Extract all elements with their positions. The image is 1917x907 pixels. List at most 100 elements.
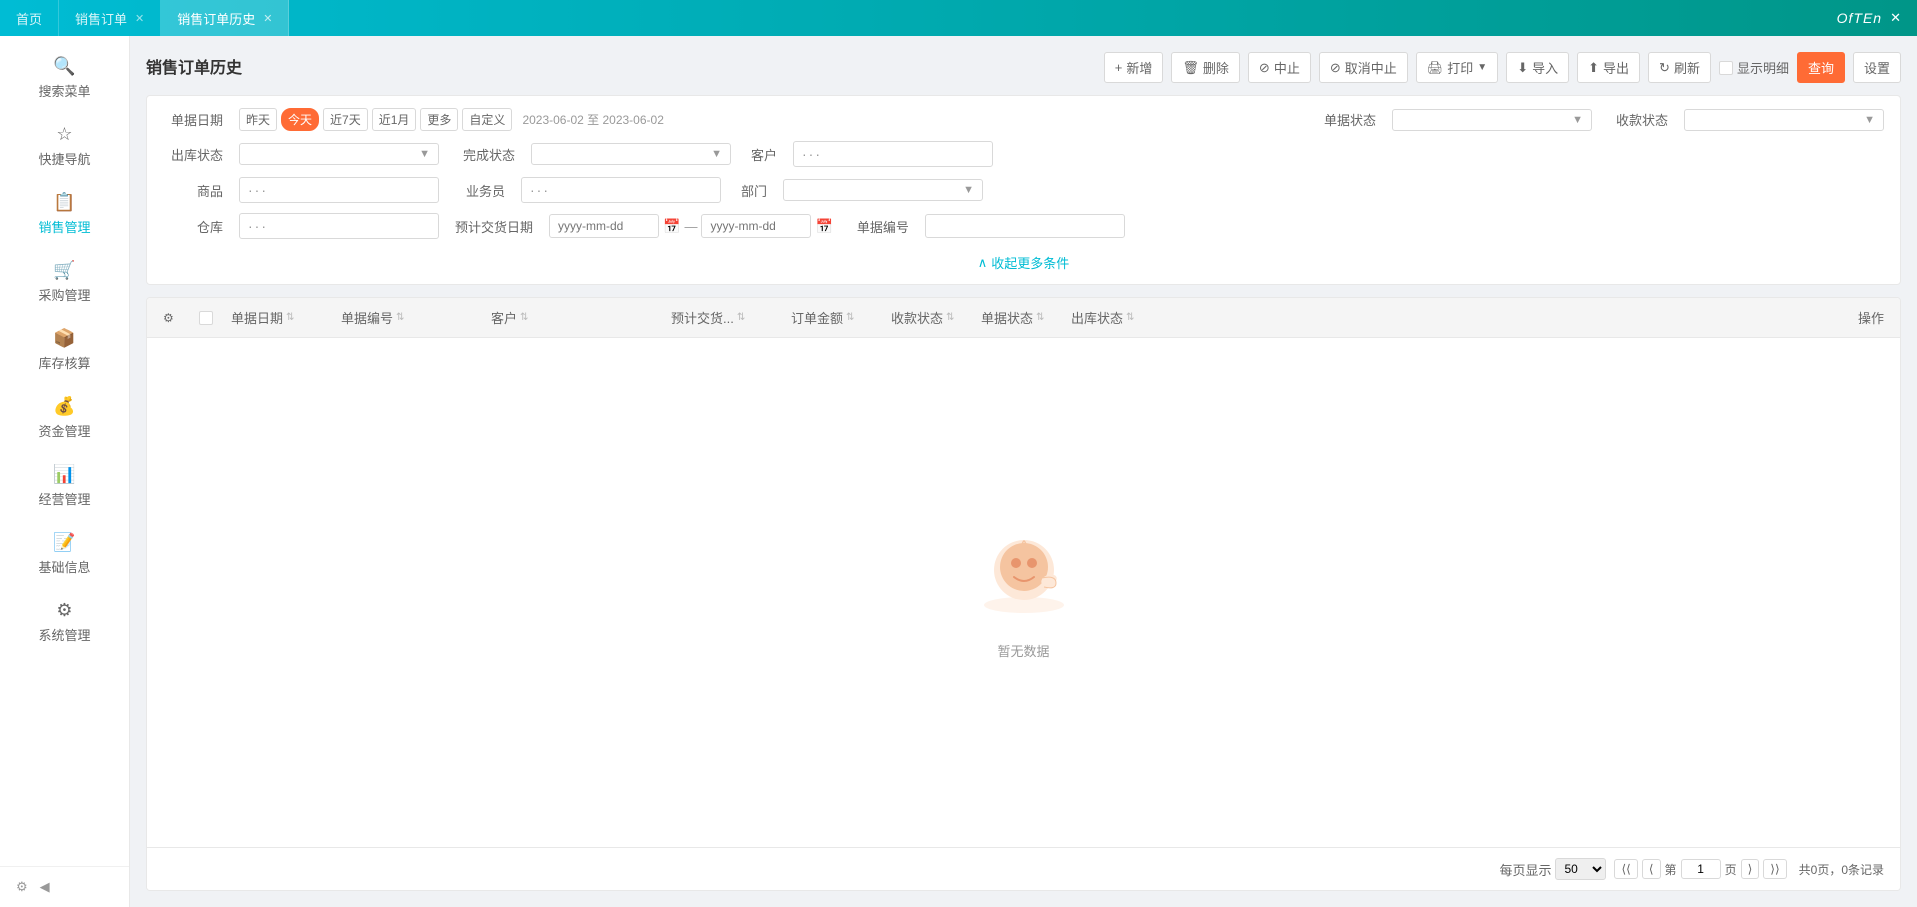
th-out-status-label: 出库状态 bbox=[1071, 308, 1123, 327]
th-gear[interactable]: ⚙ bbox=[155, 311, 191, 325]
last-page-btn[interactable]: ⟩⟩ bbox=[1763, 859, 1786, 879]
th-out-status[interactable]: 出库状态 ⇅ bbox=[1063, 308, 1153, 327]
add-button[interactable]: + 新增 bbox=[1104, 52, 1164, 83]
btn-last7[interactable]: 近7天 bbox=[323, 108, 368, 131]
btn-today[interactable]: 今天 bbox=[281, 108, 319, 131]
calendar-start-icon[interactable]: 📅 bbox=[663, 218, 680, 235]
th-receipt-status[interactable]: 收款状态 ⇅ bbox=[883, 308, 973, 327]
export-button[interactable]: ⬆ 导出 bbox=[1577, 52, 1640, 83]
sidebar-item-operations[interactable]: 📊 经营管理 bbox=[0, 452, 129, 520]
filter-area: 单据日期 昨天 今天 近7天 近1月 更多 自定义 2023-06-02 至 2… bbox=[146, 95, 1901, 285]
import-button[interactable]: ⬇ 导入 bbox=[1506, 52, 1569, 83]
sidebar-item-search-menu[interactable]: 🔍 搜索菜单 bbox=[0, 44, 129, 112]
th-amount[interactable]: 订单金额 ⇅ bbox=[783, 308, 883, 327]
page-number-input[interactable] bbox=[1681, 859, 1721, 879]
th-delivery-label: 预计交货... bbox=[671, 308, 734, 327]
delivery-date-end[interactable] bbox=[701, 214, 811, 238]
salesperson-select[interactable]: ··· bbox=[521, 177, 721, 203]
settings-button[interactable]: 设置 bbox=[1853, 52, 1901, 83]
th-amount-label: 订单金额 bbox=[791, 308, 843, 327]
delete-button[interactable]: 🗑 删除 bbox=[1171, 52, 1240, 83]
customer-select[interactable]: ··· bbox=[793, 141, 993, 167]
th-date[interactable]: 单据日期 ⇅ bbox=[223, 308, 333, 327]
stop-button[interactable]: ⊘ 中止 bbox=[1248, 52, 1311, 83]
print-button[interactable]: 🖨 打印 ▼ bbox=[1416, 52, 1498, 83]
search-menu-icon: 🔍 bbox=[53, 56, 75, 77]
print-label: 打印 bbox=[1447, 58, 1473, 77]
tab-sales-order-history[interactable]: 销售订单历史 ✕ bbox=[161, 0, 289, 36]
header-checkbox[interactable] bbox=[199, 311, 213, 325]
sort-doc-status-icon: ⇅ bbox=[1036, 312, 1044, 323]
tab-sales-order-history-close[interactable]: ✕ bbox=[263, 12, 272, 25]
sidebar-item-quick-nav[interactable]: ☆ 快捷导航 bbox=[0, 112, 129, 180]
delivery-date-start[interactable] bbox=[549, 214, 659, 238]
th-doc-status-label: 单据状态 bbox=[981, 308, 1033, 327]
sidebar: 🔍 搜索菜单 ☆ 快捷导航 📋 销售管理 🛒 采购管理 📦 库存核算 💰 资金管… bbox=[0, 36, 130, 907]
tab-home-label: 首页 bbox=[16, 9, 42, 28]
btn-more[interactable]: 更多 bbox=[420, 108, 458, 131]
btn-custom[interactable]: 自定义 bbox=[462, 108, 512, 131]
out-status-label: 出库状态 bbox=[163, 145, 223, 164]
first-page-btn[interactable]: ⟨⟨ bbox=[1614, 859, 1637, 879]
th-customer[interactable]: 客户 ⇅ bbox=[483, 308, 663, 327]
th-checkbox[interactable] bbox=[191, 311, 223, 325]
sidebar-item-quick-nav-label: 快捷导航 bbox=[38, 149, 90, 168]
show-detail-label: 显示明细 bbox=[1737, 58, 1789, 77]
stop-label: 中止 bbox=[1274, 58, 1300, 77]
sidebar-item-sys-mgmt[interactable]: ⚙ 系统管理 bbox=[0, 588, 129, 656]
query-button[interactable]: 查询 bbox=[1797, 52, 1845, 83]
th-action: 操作 bbox=[1153, 308, 1892, 327]
next-page-btn[interactable]: ⟩ bbox=[1741, 859, 1760, 879]
filter-row-4: 仓库 ··· 预计交货日期 📅 — 📅 单据编号 bbox=[163, 213, 1884, 239]
show-detail-wrap: 显示明细 bbox=[1719, 58, 1789, 77]
collapse-more[interactable]: ∧ 收起更多条件 bbox=[163, 249, 1884, 272]
topbar-close-icon[interactable]: ✕ bbox=[1890, 10, 1901, 26]
th-doc-status[interactable]: 单据状态 ⇅ bbox=[973, 308, 1063, 327]
sort-docnum-icon: ⇅ bbox=[396, 312, 404, 323]
tab-home[interactable]: 首页 bbox=[0, 0, 59, 36]
operations-icon: 📊 bbox=[53, 464, 75, 485]
sidebar-item-finance[interactable]: 💰 资金管理 bbox=[0, 384, 129, 452]
sidebar-item-sales-mgmt[interactable]: 📋 销售管理 bbox=[0, 180, 129, 248]
page-header: 销售订单历史 + 新增 🗑 删除 ⊘ 中止 ⊘ 取消中止 bbox=[146, 52, 1901, 83]
receipt-status-select[interactable]: ▼ bbox=[1684, 109, 1884, 131]
empty-text: 暂无数据 bbox=[997, 641, 1049, 660]
sidebar-settings-icon[interactable]: ⚙ bbox=[16, 879, 28, 895]
tab-sales-order-close[interactable]: ✕ bbox=[135, 12, 144, 25]
doc-status-select[interactable]: ▼ bbox=[1392, 109, 1592, 131]
th-docnum[interactable]: 单据编号 ⇅ bbox=[333, 308, 483, 327]
sidebar-item-search-menu-label: 搜索菜单 bbox=[38, 81, 90, 100]
dept-label: 部门 bbox=[737, 181, 767, 200]
settings-label: 设置 bbox=[1864, 58, 1890, 77]
page-size-dropdown[interactable]: 20 50 100 bbox=[1555, 858, 1606, 880]
refresh-button[interactable]: ↻ 刷新 bbox=[1648, 52, 1711, 83]
tab-sales-order[interactable]: 销售订单 ✕ bbox=[59, 0, 161, 36]
btn-yesterday[interactable]: 昨天 bbox=[239, 108, 277, 131]
sort-receipt-icon: ⇅ bbox=[946, 312, 954, 323]
goods-select[interactable]: ··· bbox=[239, 177, 439, 203]
calendar-end-icon[interactable]: 📅 bbox=[815, 218, 832, 235]
query-label: 查询 bbox=[1808, 58, 1834, 77]
doc-num-input[interactable] bbox=[925, 214, 1125, 238]
sidebar-item-purchase-mgmt[interactable]: 🛒 采购管理 bbox=[0, 248, 129, 316]
show-detail-checkbox[interactable] bbox=[1719, 61, 1733, 75]
page-size-select: 每页显示 20 50 100 bbox=[1499, 858, 1606, 880]
prev-page-btn[interactable]: ⟨ bbox=[1642, 859, 1661, 879]
sidebar-item-base-info[interactable]: 📝 基础信息 bbox=[0, 520, 129, 588]
import-label: 导入 bbox=[1532, 58, 1558, 77]
btn-last1m[interactable]: 近1月 bbox=[372, 108, 417, 131]
sidebar-collapse-icon[interactable]: ◀ bbox=[40, 879, 50, 895]
th-delivery[interactable]: 预计交货... ⇅ bbox=[663, 308, 783, 327]
warehouse-select[interactable]: ··· bbox=[239, 213, 439, 239]
inventory-icon: 📦 bbox=[53, 328, 75, 349]
date-range-text: 2023-06-02 至 2023-06-02 bbox=[522, 111, 663, 128]
cancel-stop-button[interactable]: ⊘ 取消中止 bbox=[1319, 52, 1408, 83]
pagination: 每页显示 20 50 100 ⟨⟨ ⟨ 第 页 ⟩ ⟩⟩ 共0页，0条记录 bbox=[147, 847, 1900, 890]
cancel-stop-label: 取消中止 bbox=[1345, 58, 1397, 77]
sidebar-item-inventory[interactable]: 📦 库存核算 bbox=[0, 316, 129, 384]
sort-amount-icon: ⇅ bbox=[846, 312, 854, 323]
delivery-date-wrap: 📅 — 📅 bbox=[549, 214, 833, 238]
complete-status-select[interactable]: ▼ bbox=[531, 143, 731, 165]
out-status-select[interactable]: ▼ bbox=[239, 143, 439, 165]
dept-select[interactable]: ▼ bbox=[783, 179, 983, 201]
